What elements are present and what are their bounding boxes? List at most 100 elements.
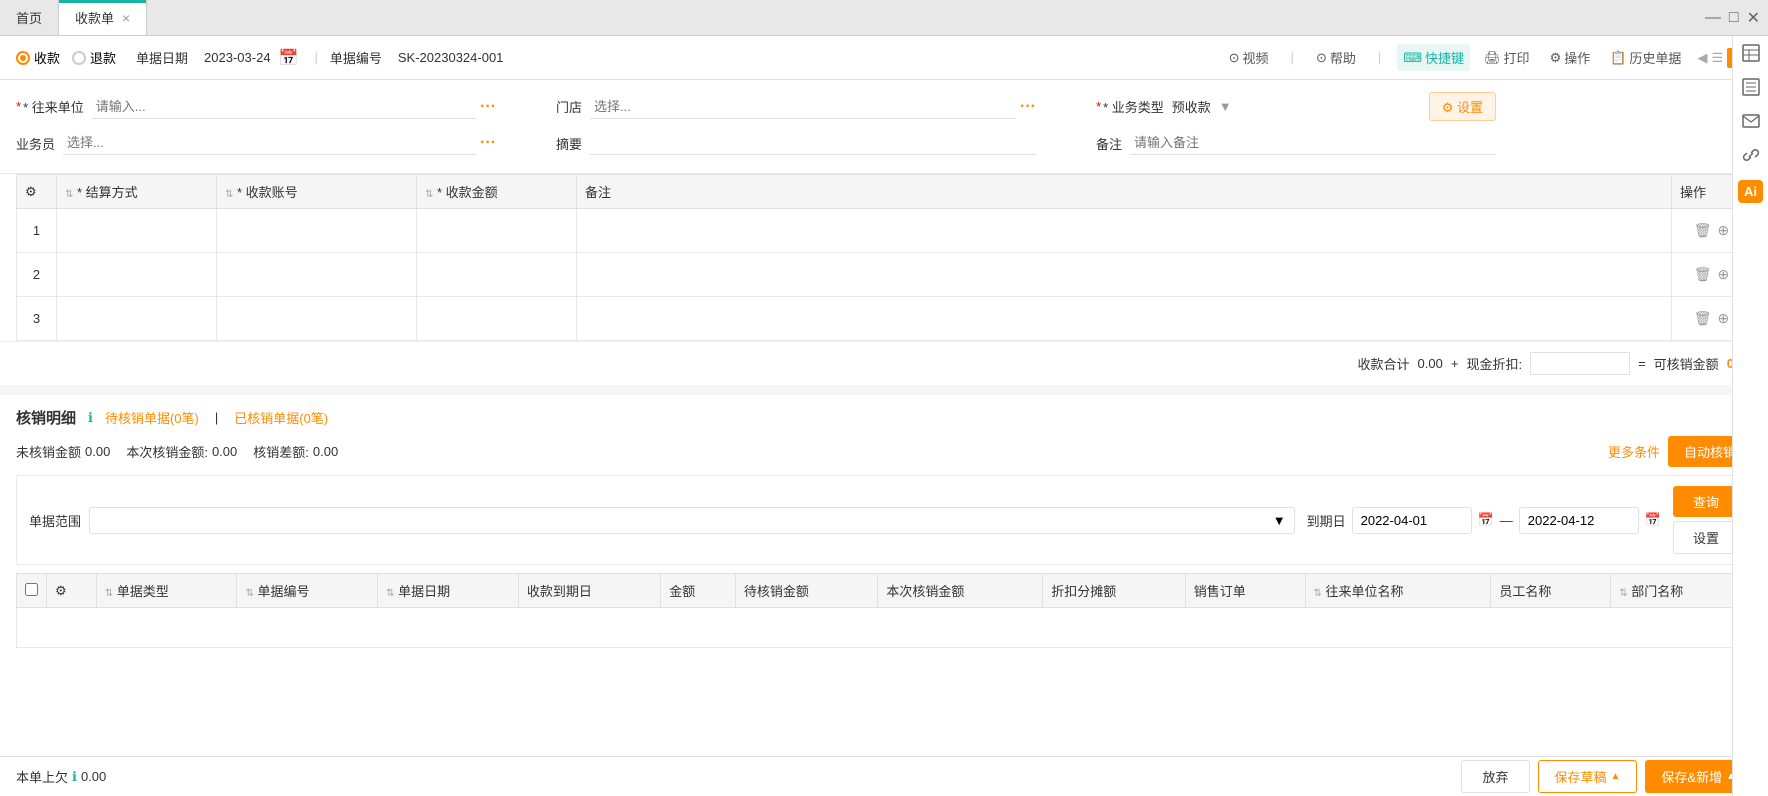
toolbar-right: ⊙ 视频 | ⊙ 帮助 | ⌨ 快捷键 🖨 打印 ⚙ 操作 📋 历史单据 ◀ ☰… (1223, 44, 1752, 71)
recon-header: 核销明细 ℹ 待核销单据(0笔) | 已核销单据(0笔) (16, 407, 1752, 428)
date-from-input[interactable] (1352, 507, 1472, 534)
date-from-calendar-icon[interactable]: 📅 (1478, 512, 1494, 528)
date-to-input[interactable] (1519, 507, 1639, 534)
sort-amount-icon: ⇅ (425, 189, 433, 200)
col-gear-bottom[interactable]: ⚙ (47, 574, 97, 608)
row-3-remark[interactable] (577, 297, 1672, 341)
notes-input[interactable] (1130, 131, 1496, 155)
row-2-amount[interactable] (417, 253, 577, 297)
staff-more-icon[interactable]: ··· (480, 134, 496, 152)
summary-field: 摘要 (556, 131, 1036, 155)
row-2-remark[interactable] (577, 253, 1672, 297)
table-row: 2 🗑 ⊕ (17, 253, 1752, 297)
row-3-settlement[interactable] (57, 297, 217, 341)
tab-receipt[interactable]: 收款单 × (59, 0, 147, 35)
row-2-settlement[interactable] (57, 253, 217, 297)
settings-button[interactable]: ⚙ 设置 (1429, 92, 1496, 121)
table-row: 3 🗑 ⊕ (17, 297, 1752, 341)
col-gear[interactable]: ⚙ (17, 175, 57, 209)
history-icon: 📋 (1610, 50, 1626, 66)
nav-list-icon[interactable]: ☰ (1711, 50, 1723, 66)
more-conditions-link[interactable]: 更多条件 (1608, 442, 1660, 461)
store-more-icon[interactable]: ··· (1020, 98, 1036, 116)
discount-label: 现金折扣: (1466, 354, 1522, 373)
row-1-amount[interactable] (417, 209, 577, 253)
history-label: 历史单据 (1629, 48, 1681, 67)
business-select[interactable]: 预收款 ▼ (1172, 97, 1232, 116)
diff-value: 0.00 (313, 444, 338, 459)
number-value: SK-20230324-001 (398, 50, 504, 65)
row-2-num: 2 (17, 253, 57, 297)
tab-close-icon[interactable]: × (122, 10, 130, 26)
sidebar-email-icon[interactable] (1742, 112, 1760, 130)
abandon-button[interactable]: 放弃 (1461, 760, 1529, 793)
row-2-account[interactable] (217, 253, 417, 297)
staff-input[interactable] (63, 131, 476, 155)
radio-receive-circle (16, 51, 30, 65)
partner-input[interactable] (92, 95, 476, 119)
ai-label: Ai (1744, 184, 1757, 199)
date-to-calendar-icon[interactable]: 📅 (1645, 512, 1661, 528)
tab-pending[interactable]: 待核销单据(0笔) (105, 408, 199, 427)
query-button[interactable]: 查询 (1673, 486, 1739, 517)
row-1-copy-icon[interactable]: ⊕ (1718, 222, 1730, 239)
save-draft-button[interactable]: 保存草稿 ▲ (1538, 760, 1638, 793)
recon-stats: 未核销金额 0.00 本次核销金额: 0.00 核销差额: 0.00 (16, 436, 338, 467)
right-sidebar: Ai (1732, 36, 1768, 796)
row-1-delete-icon[interactable]: 🗑 (1694, 222, 1712, 239)
range-select[interactable]: ▼ (89, 507, 1295, 534)
discount-input[interactable] (1530, 352, 1630, 375)
bottom-info-icon[interactable]: ℹ (72, 769, 77, 785)
row-2-copy-icon[interactable]: ⊕ (1718, 266, 1730, 283)
sidebar-list-icon[interactable] (1742, 78, 1760, 96)
tab-done[interactable]: 已核销单据(0笔) (234, 408, 328, 427)
row-1-settlement[interactable] (57, 209, 217, 253)
row-1-remark[interactable] (577, 209, 1672, 253)
unchecked-stat: 未核销金额 0.00 (16, 442, 110, 461)
action-label: 操作 (1564, 48, 1590, 67)
sidebar-link-icon[interactable] (1742, 146, 1760, 164)
radio-return[interactable]: 退款 (72, 48, 116, 67)
partner-field: * * 往来单位 ··· (16, 95, 496, 119)
row-3-delete-icon[interactable]: 🗑 (1694, 310, 1712, 327)
business-value: 预收款 (1172, 97, 1211, 116)
col-current-header: 本次核销金额 (878, 574, 1043, 608)
summary-input[interactable] (590, 131, 1036, 155)
tab-separator: | (215, 410, 218, 425)
current-label: 本次核销金额: (126, 442, 208, 461)
toolbar: 收款 退款 单据日期 2023-03-24 📅 | 单据编号 SK-202303… (0, 36, 1768, 80)
select-all-checkbox[interactable] (25, 583, 38, 596)
maximize-button[interactable]: □ (1729, 9, 1739, 27)
diff-label: 核销差额: (253, 442, 309, 461)
partner-more-icon[interactable]: ··· (480, 98, 496, 116)
help-button[interactable]: ⊙ 帮助 (1310, 44, 1362, 71)
search-settings-button[interactable]: 设置 (1673, 521, 1739, 554)
radio-receive[interactable]: 收款 (16, 48, 60, 67)
store-input[interactable] (590, 95, 1016, 119)
row-2-delete-icon[interactable]: 🗑 (1694, 266, 1712, 283)
minimize-button[interactable]: — (1705, 9, 1721, 27)
shortcut-button[interactable]: ⌨ 快捷键 (1397, 44, 1470, 71)
summary-row: 收款合计 0.00 + 现金折扣: = 可核销金额 0.00 (0, 341, 1768, 385)
help-label: 帮助 (1330, 48, 1356, 67)
table-section: ⚙ ⇅ * 结算方式 ⇅ * 收款账号 ⇅ * 收款金额 备注 (0, 174, 1768, 341)
form-area: * * 往来单位 ··· 门店 ··· * * 业务类型 预收款 ▼ (0, 80, 1768, 174)
date-field: 到期日 📅 — 📅 (1307, 507, 1661, 534)
tab-home[interactable]: 首页 (0, 0, 59, 35)
sidebar-ai-icon[interactable]: Ai (1738, 180, 1763, 203)
video-button[interactable]: ⊙ 视频 (1223, 44, 1275, 71)
sidebar-table-icon[interactable] (1742, 44, 1760, 62)
nav-prev-icon[interactable]: ◀ (1697, 50, 1707, 66)
row-1-account[interactable] (217, 209, 417, 253)
row-3-account[interactable] (217, 297, 417, 341)
print-button[interactable]: 🖨 打印 (1478, 44, 1536, 71)
date-value: 2023-03-24 (204, 50, 271, 65)
action-button[interactable]: ⚙ 操作 (1544, 44, 1597, 71)
calendar-icon[interactable]: 📅 (279, 48, 299, 68)
search-buttons: 查询 设置 (1673, 486, 1739, 554)
close-button[interactable]: ✕ (1747, 8, 1760, 28)
row-3-amount[interactable] (417, 297, 577, 341)
recon-info-icon[interactable]: ℹ (88, 410, 93, 426)
row-3-copy-icon[interactable]: ⊕ (1718, 310, 1730, 327)
history-button[interactable]: 📋 历史单据 (1604, 44, 1687, 71)
